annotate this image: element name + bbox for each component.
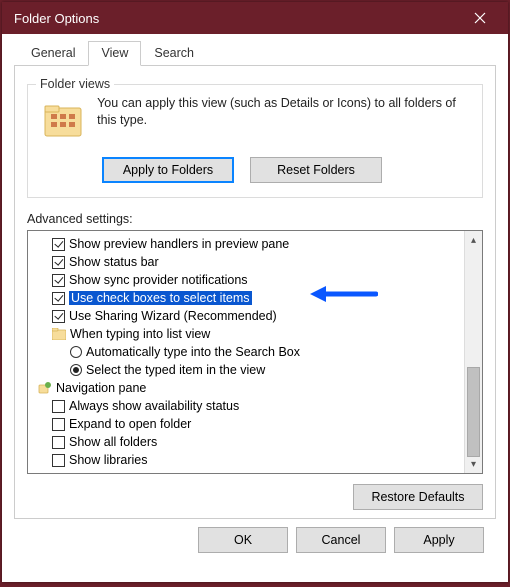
cancel-button[interactable]: Cancel <box>296 527 386 553</box>
tab-search[interactable]: Search <box>141 41 207 66</box>
list-inner: Show preview handlers in preview pane Sh… <box>28 231 464 473</box>
group-when-typing: When typing into list view <box>30 325 462 343</box>
opt-typing-select[interactable]: Select the typed item in the view <box>30 361 462 379</box>
folder-views-description: You can apply this view (such as Details… <box>97 95 472 129</box>
advanced-settings-label: Advanced settings: <box>27 212 483 226</box>
opt-use-checkboxes[interactable]: Use check boxes to select items <box>30 289 462 307</box>
scroll-up-icon[interactable]: ▴ <box>465 231 482 249</box>
checkbox-icon[interactable] <box>52 454 65 467</box>
opt-show-libraries[interactable]: Show libraries <box>30 451 462 469</box>
checkbox-icon[interactable] <box>52 274 65 287</box>
scroll-down-icon[interactable]: ▾ <box>465 455 482 473</box>
folder-options-dialog: Folder Options General View Search Folde… <box>2 2 508 582</box>
window-title: Folder Options <box>14 11 458 26</box>
advanced-settings-list: Show preview handlers in preview pane Sh… <box>27 230 483 474</box>
view-panel: Folder views You can apply this view (su… <box>14 66 496 519</box>
group-navigation-pane: Navigation pane <box>30 379 462 397</box>
tab-bar: General View Search <box>14 40 496 66</box>
checkbox-icon[interactable] <box>52 400 65 413</box>
opt-availability-status[interactable]: Always show availability status <box>30 397 462 415</box>
opt-show-all-folders[interactable]: Show all folders <box>30 433 462 451</box>
tab-view[interactable]: View <box>88 41 141 66</box>
apply-to-folders-button[interactable]: Apply to Folders <box>102 157 234 183</box>
close-icon <box>474 12 486 24</box>
checkbox-icon[interactable] <box>52 310 65 323</box>
radio-icon[interactable] <box>70 364 82 376</box>
content-area: General View Search Folder views Yo <box>2 34 508 582</box>
opt-status-bar[interactable]: Show status bar <box>30 253 462 271</box>
opt-sharing-wizard[interactable]: Use Sharing Wizard (Recommended) <box>30 307 462 325</box>
tab-general[interactable]: General <box>18 41 88 66</box>
folder-views-icon <box>38 97 87 147</box>
opt-sync-provider[interactable]: Show sync provider notifications <box>30 271 462 289</box>
opt-typing-auto[interactable]: Automatically type into the Search Box <box>30 343 462 361</box>
scroll-thumb[interactable] <box>467 367 480 457</box>
folder-icon <box>52 328 66 340</box>
scrollbar[interactable]: ▴ ▾ <box>464 231 482 473</box>
dialog-button-row: OK Cancel Apply <box>14 519 496 553</box>
restore-defaults-button[interactable]: Restore Defaults <box>353 484 483 510</box>
radio-icon[interactable] <box>70 346 82 358</box>
checkbox-icon[interactable] <box>52 292 65 305</box>
reset-folders-button[interactable]: Reset Folders <box>250 157 382 183</box>
checkbox-icon[interactable] <box>52 418 65 431</box>
checkbox-icon[interactable] <box>52 436 65 449</box>
ok-button[interactable]: OK <box>198 527 288 553</box>
opt-preview-handlers[interactable]: Show preview handlers in preview pane <box>30 235 462 253</box>
titlebar: Folder Options <box>2 2 508 34</box>
folder-views-group: Folder views You can apply this view (su… <box>27 84 483 198</box>
folder-views-title: Folder views <box>36 77 114 91</box>
checkbox-icon[interactable] <box>52 256 65 269</box>
apply-button[interactable]: Apply <box>394 527 484 553</box>
checkbox-icon[interactable] <box>52 238 65 251</box>
close-button[interactable] <box>458 4 502 32</box>
navpane-icon <box>38 381 52 395</box>
opt-expand-open[interactable]: Expand to open folder <box>30 415 462 433</box>
